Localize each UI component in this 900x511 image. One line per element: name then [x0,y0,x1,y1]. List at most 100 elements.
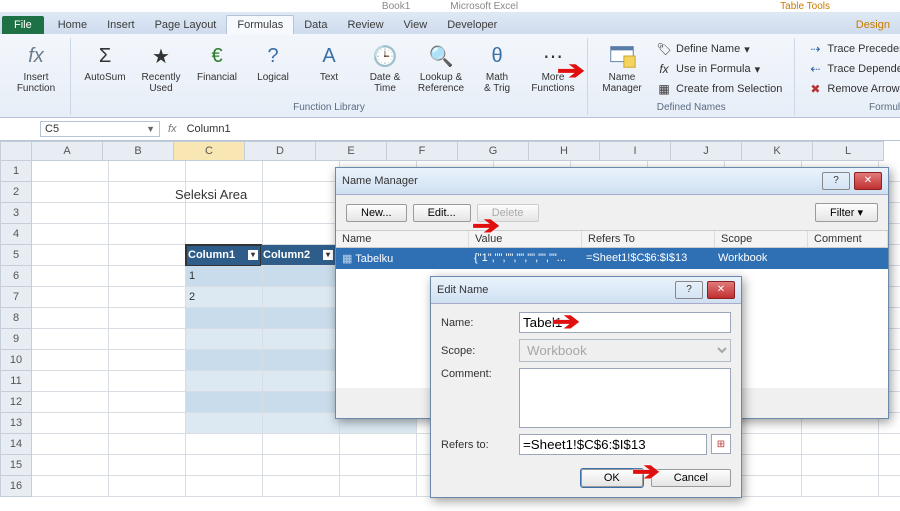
col-scope[interactable]: Scope [715,231,808,247]
cell[interactable] [340,434,417,455]
cell[interactable] [109,287,186,308]
refers-to-input[interactable] [519,434,707,455]
row-header[interactable]: 5 [0,245,32,266]
cell[interactable] [186,371,263,392]
col-header[interactable]: B [103,141,174,161]
cancel-button[interactable]: Cancel [651,469,731,487]
tab-formulas[interactable]: Formulas [226,15,294,34]
col-header[interactable]: L [813,141,884,161]
cell[interactable] [109,203,186,224]
col-header[interactable]: E [316,141,387,161]
col-header[interactable]: J [671,141,742,161]
cell[interactable] [109,371,186,392]
cell[interactable] [340,455,417,476]
cell[interactable] [186,413,263,434]
row-header[interactable]: 9 [0,329,32,350]
col-header[interactable]: I [600,141,671,161]
help-button[interactable]: ? [822,172,850,190]
cell[interactable]: Column1▾ [186,245,261,266]
cell[interactable] [186,476,263,497]
cell[interactable] [32,266,109,287]
cell[interactable] [879,476,900,497]
text-button[interactable]: AText [301,38,357,96]
row-header[interactable]: 6 [0,266,32,287]
dropdown-icon[interactable]: ▼ [146,124,155,134]
cell[interactable] [32,203,109,224]
lookup-button[interactable]: 🔍Lookup & Reference [413,38,469,96]
cell[interactable] [263,287,340,308]
row-header[interactable]: 1 [0,161,32,182]
tab-design[interactable]: Design [846,16,900,34]
row-header[interactable]: 2 [0,182,32,203]
cell[interactable] [109,329,186,350]
cell[interactable] [263,371,340,392]
cell[interactable] [32,224,109,245]
col-value[interactable]: Value [469,231,582,247]
range-picker-button[interactable]: ⊞ [711,434,731,454]
col-header[interactable]: K [742,141,813,161]
cell[interactable] [32,287,109,308]
row-header[interactable]: 16 [0,476,32,497]
cell[interactable] [109,455,186,476]
cell[interactable]: 2 [186,287,263,308]
cell[interactable] [263,350,340,371]
cell[interactable] [186,224,263,245]
cell[interactable] [109,350,186,371]
cell[interactable] [186,434,263,455]
tab-insert[interactable]: Insert [97,16,145,34]
row-header[interactable]: 8 [0,308,32,329]
cell[interactable] [32,455,109,476]
delete-name-button[interactable]: Delete [477,204,539,222]
row-header[interactable]: 7 [0,287,32,308]
ok-button[interactable]: OK [581,469,643,487]
col-header[interactable]: A [32,141,103,161]
close-button[interactable]: ✕ [707,281,735,299]
cell[interactable] [32,350,109,371]
cell[interactable] [263,329,340,350]
row-header[interactable]: 15 [0,455,32,476]
help-button[interactable]: ? [675,281,703,299]
comment-textarea[interactable] [519,368,731,428]
trace-precedents-button[interactable]: ⇢Trace Precedents [805,40,900,58]
cell[interactable] [32,245,109,266]
tab-file[interactable]: File [2,16,44,34]
fx-label-icon[interactable]: fx [162,123,183,135]
tab-review[interactable]: Review [337,16,393,34]
tab-view[interactable]: View [394,16,438,34]
cell[interactable] [109,266,186,287]
cell[interactable] [109,161,186,182]
cell[interactable] [186,455,263,476]
col-header[interactable]: H [529,141,600,161]
cell[interactable] [802,434,879,455]
cell[interactable] [109,413,186,434]
filter-dropdown-icon[interactable]: ▾ [323,250,333,260]
cell[interactable] [186,308,263,329]
name-manager-button[interactable]: Name Manager [594,38,650,100]
cell[interactable] [263,455,340,476]
create-from-selection-button[interactable]: ▦Create from Selection [654,80,784,98]
col-refers[interactable]: Refers To [582,231,715,247]
cell[interactable] [879,455,900,476]
cell[interactable] [186,203,263,224]
cell[interactable] [32,476,109,497]
cell[interactable] [263,203,340,224]
cell[interactable] [32,434,109,455]
date-time-button[interactable]: 🕒Date & Time [357,38,413,96]
formula-input[interactable]: Column1 [183,122,900,136]
more-functions-button[interactable]: ⋯More Functions [525,38,581,96]
cell[interactable] [263,266,340,287]
cell[interactable] [263,182,340,203]
financial-button[interactable]: €Financial [189,38,245,96]
cell[interactable] [32,371,109,392]
cell[interactable] [263,392,340,413]
cell[interactable] [802,476,879,497]
col-name[interactable]: Name [336,231,469,247]
cell[interactable] [263,413,340,434]
row-header[interactable]: 13 [0,413,32,434]
cell[interactable] [186,392,263,413]
tab-data[interactable]: Data [294,16,337,34]
row-header[interactable]: 3 [0,203,32,224]
cell[interactable] [32,161,109,182]
col-header[interactable]: F [387,141,458,161]
cell[interactable] [879,434,900,455]
